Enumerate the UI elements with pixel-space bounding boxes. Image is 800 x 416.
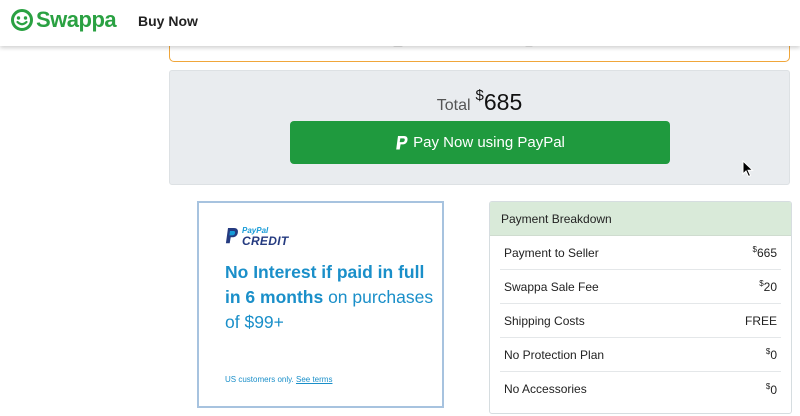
payment-breakdown: Payment Breakdown Payment to Seller $665… xyxy=(489,201,792,414)
breakdown-row-value: $20 xyxy=(759,279,777,294)
ad-footnote: US customers only. See terms xyxy=(225,375,332,384)
paypal-credit-ad[interactable]: PayPal CREDIT No Interest if paid in ful… xyxy=(197,201,444,408)
top-header: Swappa Buy Now xyxy=(0,0,800,46)
breakdown-list: Payment to Seller $665 Swappa Sale Fee $… xyxy=(490,236,791,406)
breakdown-row: No Accessories $0 xyxy=(500,372,781,406)
smiley-logo-icon xyxy=(10,8,34,32)
total-currency: $ xyxy=(475,87,484,104)
mouse-cursor-icon xyxy=(742,159,754,178)
breakdown-row-value: $665 xyxy=(752,245,777,260)
breakdown-row-label: No Accessories xyxy=(504,382,587,396)
ad-logo-credit-text: CREDIT xyxy=(242,234,289,248)
total-amount: 685 xyxy=(483,89,523,115)
total-panel: Total$685 Pay Now using PayPal xyxy=(169,70,790,185)
ad-footnote-text: US customers only. xyxy=(225,375,296,384)
breakdown-title: Payment Breakdown xyxy=(490,202,791,236)
breakdown-row-label: No Protection Plan xyxy=(504,347,605,362)
see-terms-link[interactable]: See terms xyxy=(296,375,332,384)
breakdown-row: No Protection Plan $0 xyxy=(500,338,781,372)
total-label: Total xyxy=(436,97,471,114)
pay-button-label: Pay Now using PayPal xyxy=(413,134,565,151)
paypal-p-icon xyxy=(225,228,238,244)
breakdown-row: Swappa Sale Fee $20 xyxy=(500,270,781,304)
breakdown-row: Payment to Seller $665 xyxy=(500,236,781,270)
breakdown-row-label: Shipping Costs xyxy=(504,313,585,328)
paypal-credit-logo: PayPal CREDIT xyxy=(225,227,288,247)
total-line: Total$685 xyxy=(170,87,789,116)
breakdown-row-value: $0 xyxy=(765,381,777,397)
breakdown-row-value: $0 xyxy=(765,347,777,362)
swappa-logo[interactable]: Swappa xyxy=(10,7,117,33)
breakdown-row-label: Payment to Seller xyxy=(504,245,599,260)
breakdown-row-label: Swappa Sale Fee xyxy=(504,279,599,294)
breakdown-row: Shipping Costs FREE xyxy=(500,304,781,338)
breakdown-row-value: FREE xyxy=(744,314,777,328)
page-title: Buy Now xyxy=(138,13,198,29)
brand-name: Swappa xyxy=(36,7,117,32)
paypal-icon xyxy=(395,135,409,151)
ad-headline: No Interest if paid in full in 6 months … xyxy=(225,260,435,335)
pay-with-paypal-button[interactable]: Pay Now using PayPal xyxy=(290,121,670,164)
